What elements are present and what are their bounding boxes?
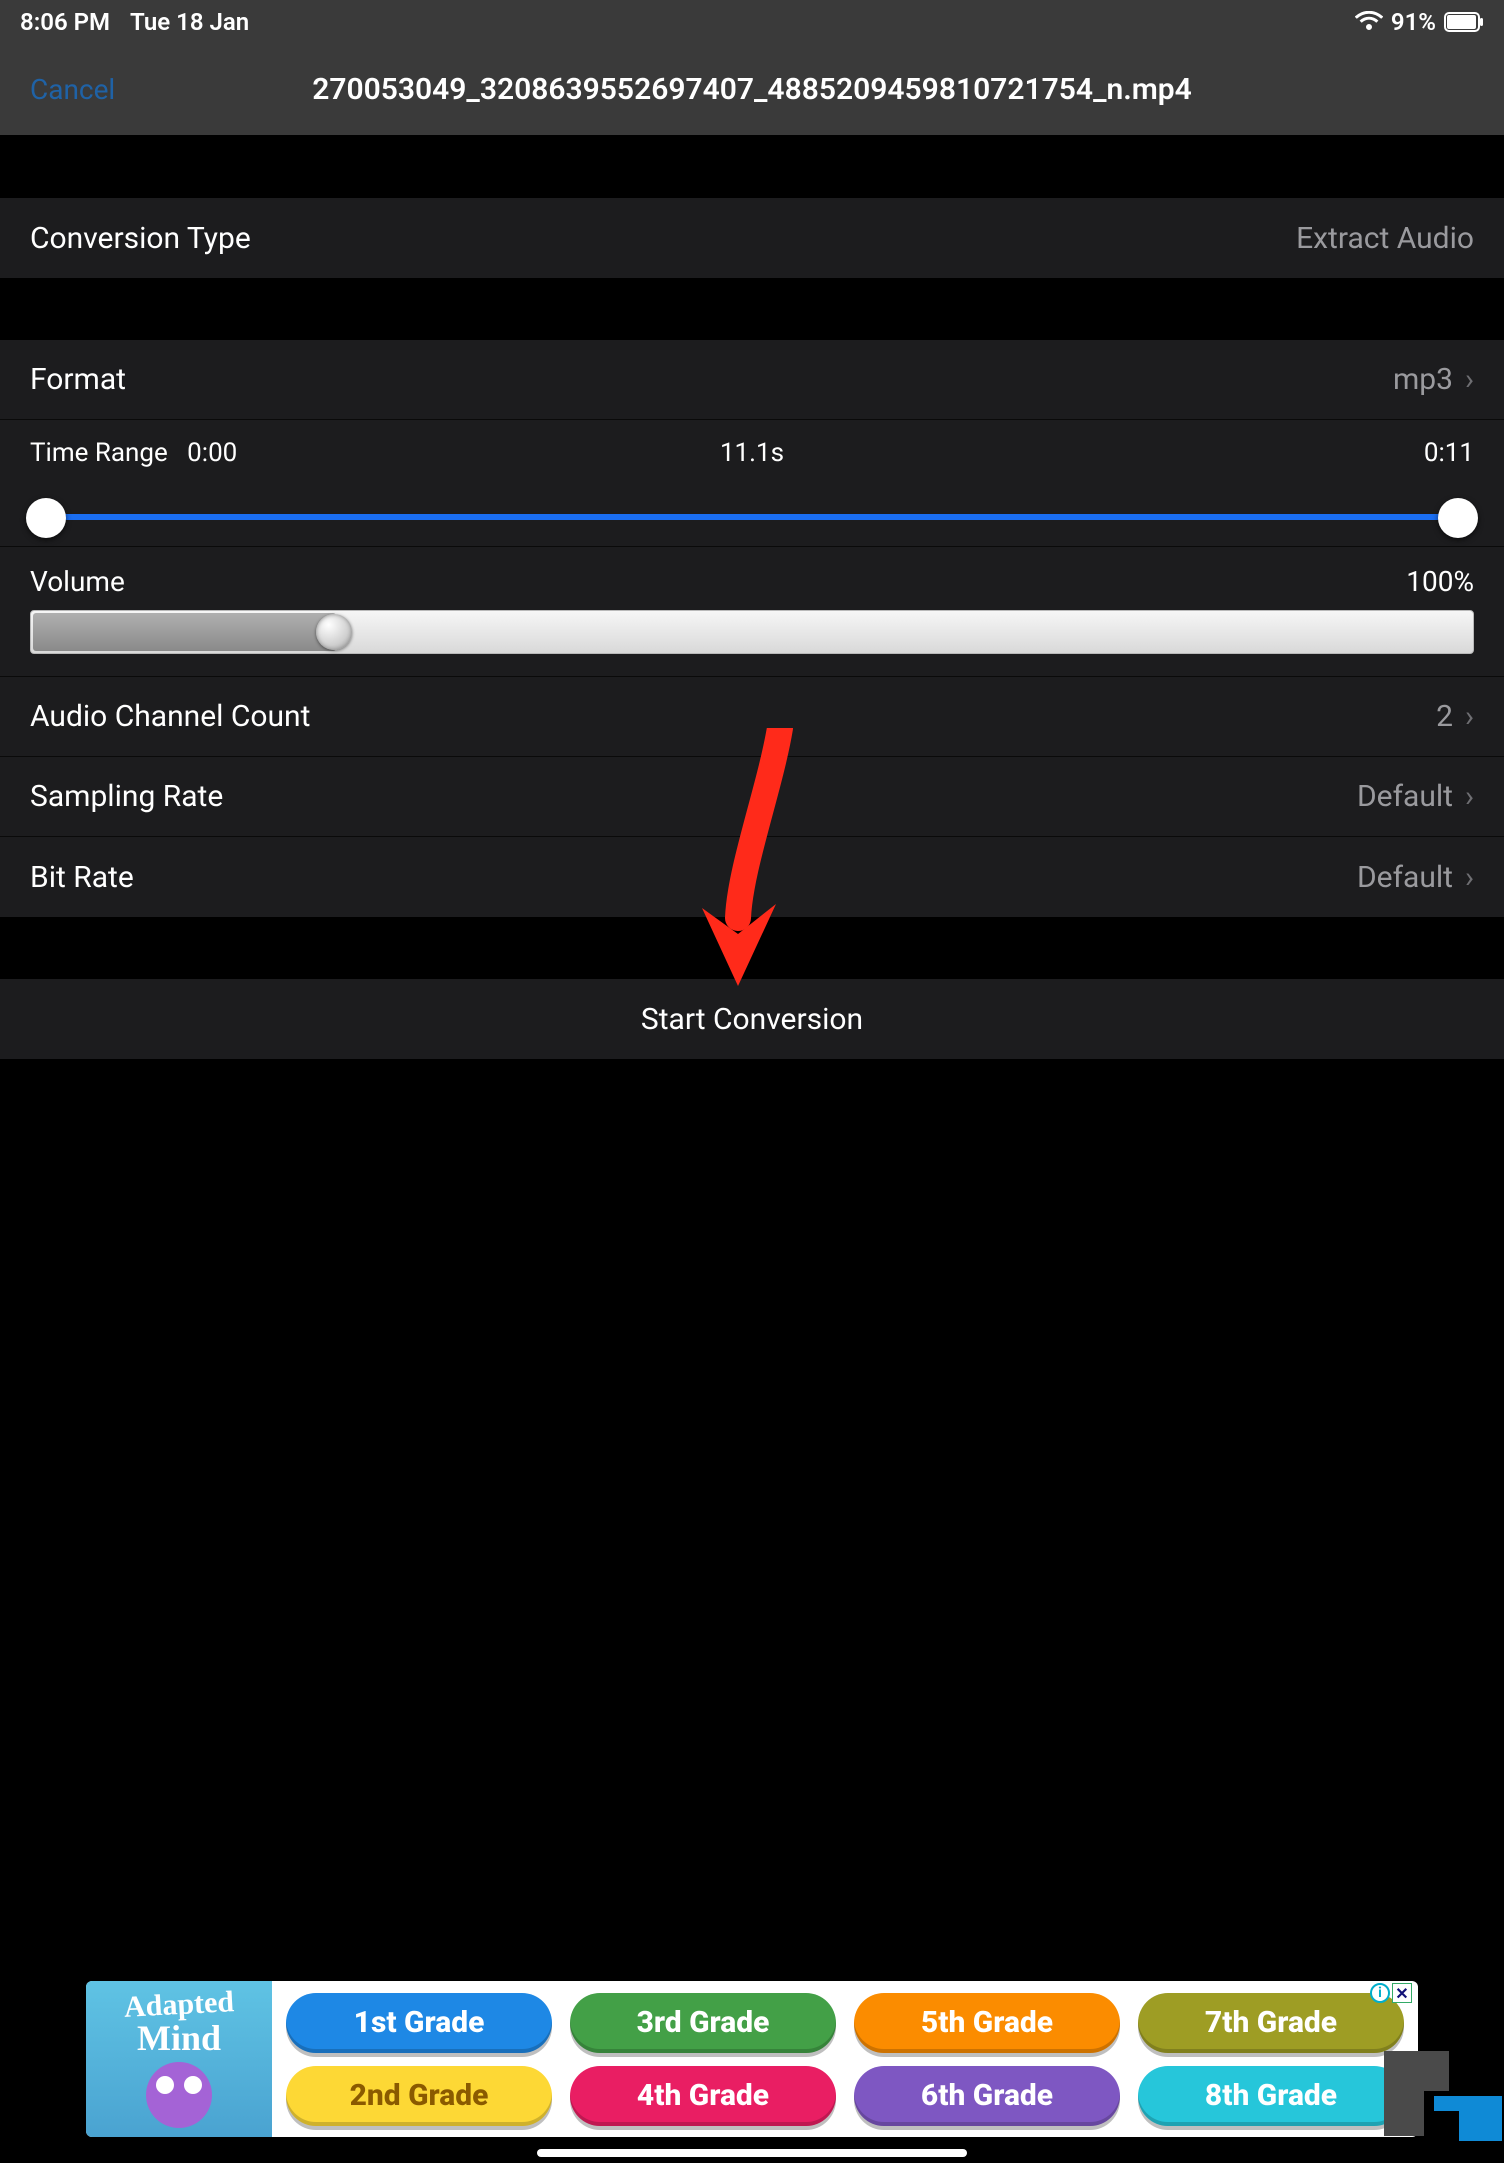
- cancel-button[interactable]: Cancel: [30, 73, 115, 106]
- volume-label: Volume: [30, 565, 125, 598]
- ad-grade-pill[interactable]: 3rd Grade: [570, 1993, 836, 2053]
- start-conversion-button[interactable]: Start Conversion: [0, 979, 1504, 1059]
- ad-info-icon[interactable]: i: [1370, 1983, 1390, 2003]
- time-range-thumb-start[interactable]: [26, 498, 66, 538]
- ad-brand-line1: Adapted: [123, 1987, 234, 2023]
- ad-grade-pill[interactable]: 5th Grade: [854, 1993, 1120, 2053]
- status-bar: 8:06 PM Tue 18 Jan 91%: [0, 0, 1504, 44]
- conversion-type-value: Extract Audio: [1296, 221, 1474, 256]
- ad-grade-pill[interactable]: 2nd Grade: [286, 2066, 552, 2126]
- format-label: Format: [30, 362, 126, 397]
- ad-close-icon[interactable]: ✕: [1392, 1983, 1412, 2003]
- ad-grade-pill[interactable]: 1st Grade: [286, 1993, 552, 2053]
- time-range-thumb-end[interactable]: [1438, 498, 1478, 538]
- ad-grade-pill[interactable]: 8th Grade: [1138, 2066, 1404, 2126]
- time-range-duration: 11.1s: [720, 438, 784, 468]
- conversion-type-label: Conversion Type: [30, 221, 251, 256]
- status-time: 8:06 PM: [20, 8, 110, 36]
- ad-brand-line2: Mind: [137, 2020, 221, 2056]
- chevron-right-icon: ›: [1465, 699, 1474, 734]
- volume-row: Volume 100%: [0, 547, 1504, 677]
- ad-mascot-icon: [146, 2062, 212, 2128]
- time-range-end: 0:11: [1424, 438, 1474, 468]
- status-battery-percent: 91%: [1391, 8, 1436, 36]
- status-date: Tue 18 Jan: [130, 8, 249, 36]
- chevron-right-icon: ›: [1465, 779, 1474, 814]
- start-conversion-label: Start Conversion: [641, 1002, 863, 1037]
- conversion-type-row[interactable]: Conversion Type Extract Audio: [0, 198, 1504, 278]
- battery-icon: [1444, 12, 1484, 32]
- volume-value: 100%: [1406, 565, 1474, 598]
- ad-brand: Adapted Mind: [86, 1981, 272, 2137]
- ad-grade-pill[interactable]: 6th Grade: [854, 2066, 1120, 2126]
- sampling-rate-row[interactable]: Sampling Rate Default ›: [0, 757, 1504, 837]
- home-indicator: [537, 2149, 967, 2157]
- wifi-icon: [1355, 11, 1383, 33]
- time-range-start: 0:00: [187, 438, 237, 468]
- ad-banner[interactable]: i ✕ Adapted Mind 1st Grade 3rd Grade 5th G…: [86, 1981, 1418, 2137]
- ad-grade-pill[interactable]: 7th Grade: [1138, 1993, 1404, 2053]
- time-range-label: Time Range: [30, 438, 168, 468]
- ad-grade-pill[interactable]: 4th Grade: [570, 2066, 836, 2126]
- format-value: mp3: [1393, 362, 1453, 397]
- audio-channels-label: Audio Channel Count: [30, 699, 310, 734]
- time-range-slider[interactable]: [30, 486, 1474, 546]
- time-range-row: Time Range 0:00 11.1s 0:11: [0, 420, 1504, 547]
- format-row[interactable]: Format mp3 ›: [0, 340, 1504, 420]
- bit-rate-label: Bit Rate: [30, 860, 134, 895]
- volume-slider-thumb[interactable]: [316, 614, 352, 650]
- audio-channels-value: 2: [1436, 699, 1453, 734]
- bit-rate-value: Default: [1357, 860, 1453, 895]
- chevron-right-icon: ›: [1465, 362, 1474, 397]
- chevron-right-icon: ›: [1465, 860, 1474, 895]
- volume-slider[interactable]: [30, 610, 1474, 654]
- nav-header: Cancel 270053049_3208639552697407_488520…: [0, 44, 1504, 136]
- sampling-rate-label: Sampling Rate: [30, 779, 223, 814]
- sampling-rate-value: Default: [1357, 779, 1453, 814]
- page-title: 270053049_3208639552697407_4885209459810…: [0, 72, 1504, 107]
- bit-rate-row[interactable]: Bit Rate Default ›: [0, 837, 1504, 917]
- ad-grades: 1st Grade 3rd Grade 5th Grade 7th Grade 2nd…: [272, 1981, 1418, 2137]
- watermark-icon: [1374, 2041, 1504, 2151]
- audio-channels-row[interactable]: Audio Channel Count 2 ›: [0, 677, 1504, 757]
